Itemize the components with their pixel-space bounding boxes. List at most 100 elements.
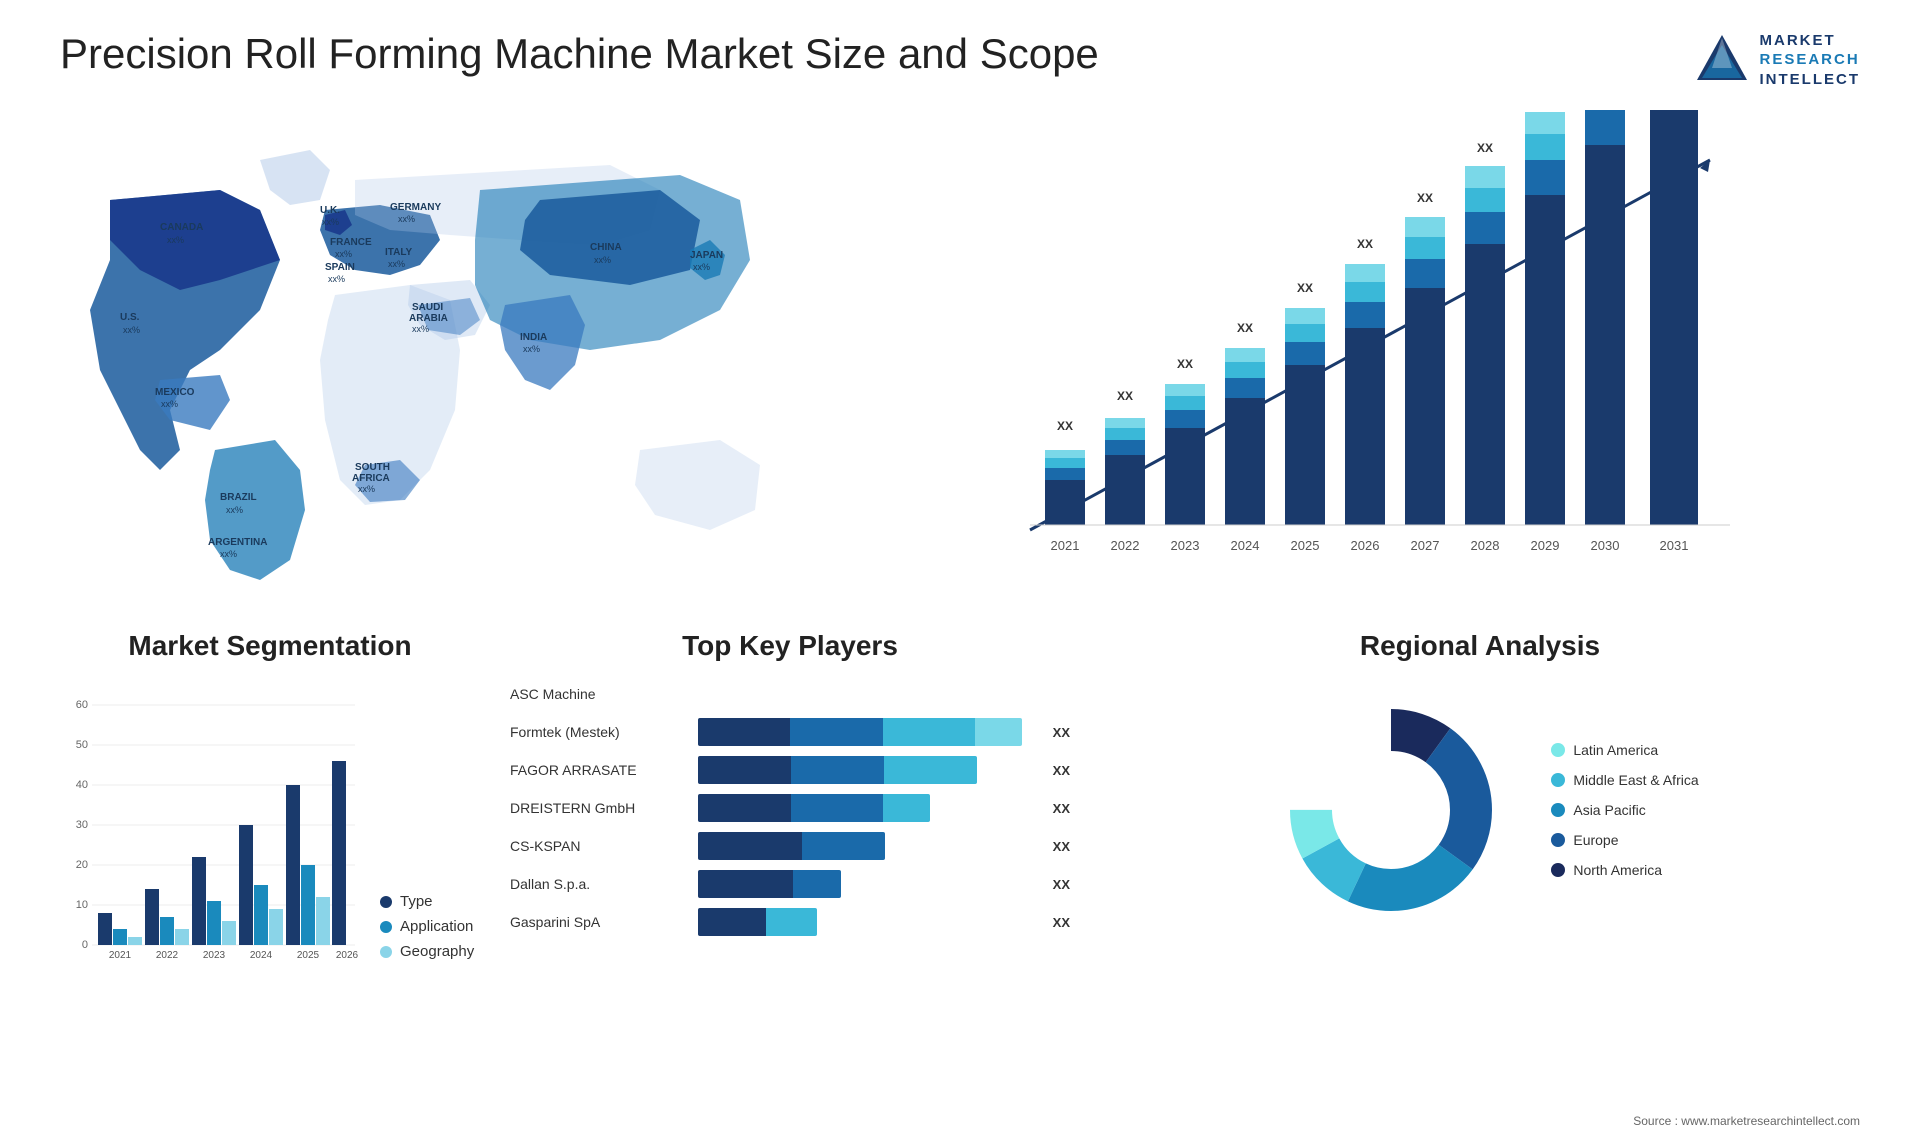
svg-text:GERMANY: GERMANY xyxy=(390,202,441,213)
svg-text:2023: 2023 xyxy=(1171,538,1200,553)
svg-text:XX: XX xyxy=(1057,419,1073,433)
dallan-bar xyxy=(698,870,1039,898)
legend-geography: Geography xyxy=(380,943,474,960)
regional-title: Regional Analysis xyxy=(1100,630,1860,662)
page: Precision Roll Forming Machine Market Si… xyxy=(0,0,1920,1146)
gasparini-bar xyxy=(698,908,1039,936)
svg-text:xx%: xx% xyxy=(220,549,237,559)
latin-america-dot xyxy=(1551,743,1565,757)
svg-text:XX: XX xyxy=(1417,191,1433,205)
svg-text:ARGENTINA: ARGENTINA xyxy=(208,537,267,548)
asc-bar xyxy=(698,680,1070,708)
regional-legend: Latin America Middle East & Africa Asia … xyxy=(1551,742,1698,878)
asia-pacific-dot xyxy=(1551,803,1565,817)
legend-north-america: North America xyxy=(1551,862,1698,878)
bottom-section: Market Segmentation 0 10 20 30 40 50 60 xyxy=(60,630,1860,1050)
svg-text:SOUTH: SOUTH xyxy=(355,462,390,473)
svg-text:xx%: xx% xyxy=(167,235,184,245)
svg-text:BRAZIL: BRAZIL xyxy=(220,492,257,503)
svg-text:2028: 2028 xyxy=(1471,538,1500,553)
svg-text:FRANCE: FRANCE xyxy=(330,237,372,248)
svg-text:XX: XX xyxy=(1357,237,1373,251)
regional-section: Regional Analysis xyxy=(1100,630,1860,1050)
donut-svg xyxy=(1261,680,1521,940)
svg-text:xx%: xx% xyxy=(161,399,178,409)
players-list: ASC Machine Formtek (Mestek) XX xyxy=(510,680,1070,936)
svg-text:xx%: xx% xyxy=(358,484,375,494)
segmentation-section: Market Segmentation 0 10 20 30 40 50 60 xyxy=(60,630,480,1050)
svg-text:CHINA: CHINA xyxy=(590,242,622,253)
svg-text:xx%: xx% xyxy=(523,344,540,354)
top-section: CANADA xx% U.S. xx% MEXICO xx% BRAZIL xx… xyxy=(60,110,1860,590)
svg-text:xx%: xx% xyxy=(398,214,415,224)
legend-application: Application xyxy=(380,918,474,935)
application-dot xyxy=(380,921,392,933)
key-players-title: Top Key Players xyxy=(510,630,1070,662)
legend-middle-east-africa: Middle East & Africa xyxy=(1551,772,1698,788)
legend-europe: Europe xyxy=(1551,832,1698,848)
legend-type: Type xyxy=(380,893,474,910)
page-title: Precision Roll Forming Machine Market Si… xyxy=(60,30,1099,78)
svg-text:xx%: xx% xyxy=(594,255,611,265)
cskspan-bar xyxy=(698,832,1039,860)
logo-icon xyxy=(1692,30,1752,90)
legend-latin-america: Latin America xyxy=(1551,742,1698,758)
svg-text:XX: XX xyxy=(1177,357,1193,371)
svg-text:xx%: xx% xyxy=(412,324,429,334)
svg-text:AFRICA: AFRICA xyxy=(352,473,390,484)
svg-text:xx%: xx% xyxy=(123,325,140,335)
middle-east-africa-dot xyxy=(1551,773,1565,787)
svg-text:xx%: xx% xyxy=(335,249,352,259)
svg-text:2027: 2027 xyxy=(1411,538,1440,553)
svg-text:SPAIN: SPAIN xyxy=(325,262,355,273)
player-cskspan: CS-KSPAN XX xyxy=(510,832,1070,860)
svg-text:xx%: xx% xyxy=(322,217,339,227)
svg-text:XX: XX xyxy=(1117,389,1133,403)
svg-text:XX: XX xyxy=(1297,281,1313,295)
donut-chart xyxy=(1261,680,1521,940)
regional-content: Latin America Middle East & Africa Asia … xyxy=(1100,680,1860,940)
svg-text:XX: XX xyxy=(1237,321,1253,335)
player-dreistern: DREISTERN GmbH XX xyxy=(510,794,1070,822)
world-map: CANADA xx% U.S. xx% MEXICO xx% BRAZIL xx… xyxy=(60,110,840,590)
seg-chart-overlay xyxy=(60,680,360,960)
header: Precision Roll Forming Machine Market Si… xyxy=(60,30,1860,90)
formtek-bar xyxy=(698,718,1039,746)
fagor-bar xyxy=(698,756,1039,784)
svg-text:U.K.: U.K. xyxy=(320,205,340,216)
svg-text:2024: 2024 xyxy=(1231,538,1260,553)
player-fagor: FAGOR ARRASATE XX xyxy=(510,756,1070,784)
svg-text:2021: 2021 xyxy=(1051,538,1080,553)
svg-text:2025: 2025 xyxy=(1291,538,1320,553)
legend-asia-pacific: Asia Pacific xyxy=(1551,802,1698,818)
svg-text:2022: 2022 xyxy=(1111,538,1140,553)
svg-text:U.S.: U.S. xyxy=(120,312,140,323)
svg-text:SAUDI: SAUDI xyxy=(412,302,443,313)
dreistern-bar xyxy=(698,794,1039,822)
segmentation-title: Market Segmentation xyxy=(60,630,480,662)
svg-text:INDIA: INDIA xyxy=(520,332,547,343)
source-text: Source : www.marketresearchintellect.com xyxy=(1633,1114,1860,1128)
geography-dot xyxy=(380,946,392,958)
europe-dot xyxy=(1551,833,1565,847)
svg-text:ARABIA: ARABIA xyxy=(409,313,448,324)
north-america-dot xyxy=(1551,863,1565,877)
key-players-section: Top Key Players ASC Machine Formtek (Mes… xyxy=(510,630,1070,1050)
player-formtek: Formtek (Mestek) XX xyxy=(510,718,1070,746)
svg-text:xx%: xx% xyxy=(693,262,710,272)
svg-text:2030: 2030 xyxy=(1591,538,1620,553)
svg-text:XX: XX xyxy=(1477,141,1493,155)
player-dallan: Dallan S.p.a. XX xyxy=(510,870,1070,898)
svg-text:MEXICO: MEXICO xyxy=(155,387,195,398)
growth-chart-container: XX 2021 XX 2022 XX 2023 xyxy=(880,110,1860,590)
svg-text:2031: 2031 xyxy=(1660,538,1689,553)
svg-text:JAPAN: JAPAN xyxy=(690,250,723,261)
logo-text: MARKET RESEARCH INTELLECT xyxy=(1760,31,1861,90)
svg-text:ITALY: ITALY xyxy=(385,247,413,258)
type-dot xyxy=(380,896,392,908)
logo: MARKET RESEARCH INTELLECT xyxy=(1692,30,1861,90)
segmentation-legend: Type Application Geography xyxy=(380,893,474,960)
map-container: CANADA xx% U.S. xx% MEXICO xx% BRAZIL xx… xyxy=(60,110,840,590)
svg-text:xx%: xx% xyxy=(328,274,345,284)
svg-text:2029: 2029 xyxy=(1531,538,1560,553)
